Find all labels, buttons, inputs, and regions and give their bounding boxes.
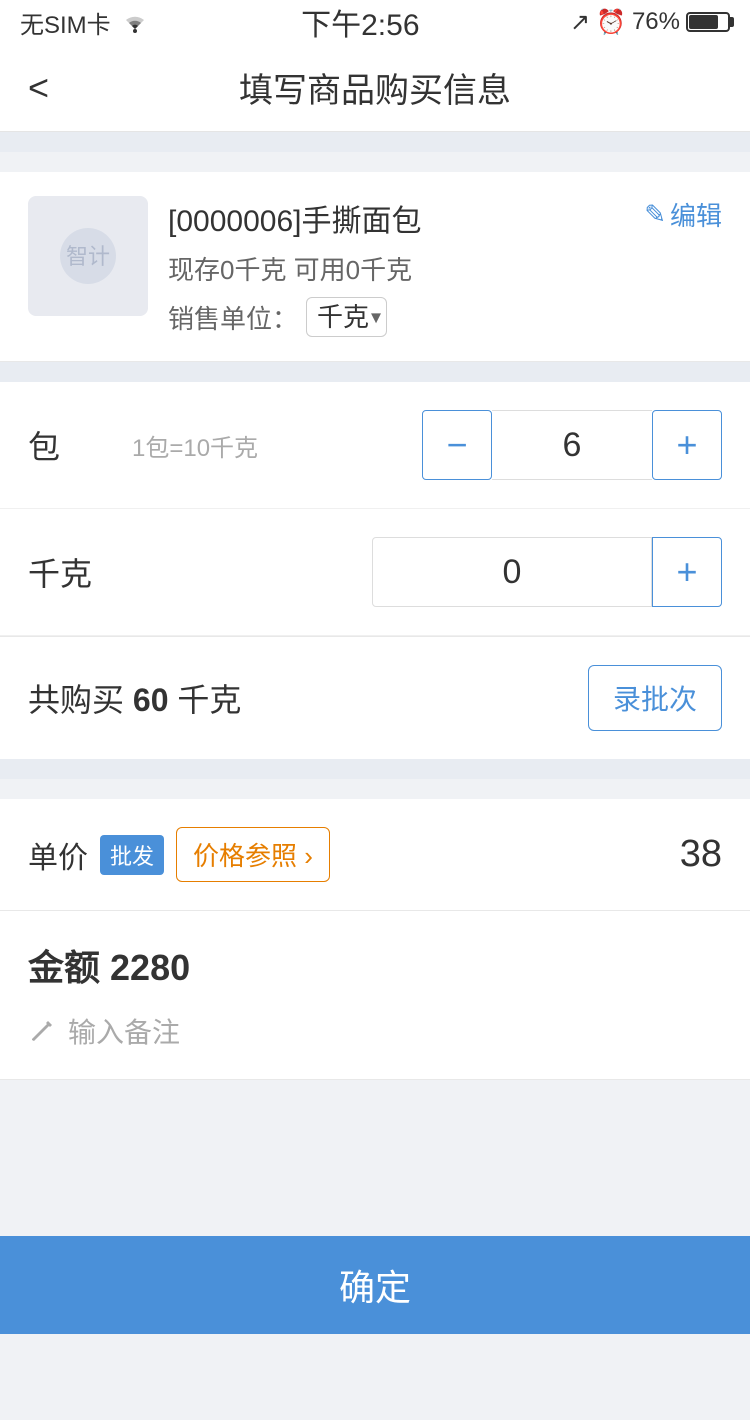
bag-label: 包 (28, 422, 108, 468)
amount-section: 金额 2280 输入备注 (0, 911, 750, 1080)
total-row: 共购买 60 千克 录批次 (0, 636, 750, 759)
amount-value: 2280 (110, 947, 190, 988)
section-divider-2 (0, 759, 750, 779)
total-number: 60 (133, 682, 169, 718)
status-left: 无SIM卡 (20, 5, 151, 40)
note-row[interactable]: 输入备注 (28, 1011, 722, 1051)
edit-button[interactable]: ✎ 编辑 (644, 196, 722, 233)
input-section: 包 1包=10千克 − + 千克 + (0, 382, 750, 636)
product-card: 智计 [0000006]手撕面包 ✎ 编辑 现存0千克 可用0千克 销售单位： … (0, 172, 750, 362)
price-section: 单价 批发 价格参照 › 38 (0, 799, 750, 911)
status-time: 下午2:56 (301, 0, 419, 44)
price-label: 单价 (28, 833, 88, 877)
carrier-text: 无SIM卡 (20, 5, 111, 40)
bag-increment-button[interactable]: + (652, 410, 722, 480)
battery-icon (686, 12, 730, 32)
alarm-icon: ⏰ (596, 8, 626, 37)
amount-row: 金额 2280 (28, 939, 722, 991)
status-bar: 无SIM卡 下午2:56 ↗ ⏰ 76% (0, 0, 750, 44)
location-icon: ↗ (570, 8, 590, 37)
unit-select[interactable]: 千克 (306, 297, 387, 337)
unit-label: 销售单位： (168, 299, 298, 336)
pencil-icon (28, 1017, 56, 1045)
product-name: [0000006]手撕面包 (168, 196, 421, 240)
batch-button[interactable]: 录批次 (588, 665, 722, 731)
total-label: 共购买 (28, 682, 124, 718)
kg-increment-button[interactable]: + (652, 537, 722, 607)
edit-label: 编辑 (670, 196, 722, 233)
kg-stepper: + (372, 537, 722, 607)
nav-bar: < 填写商品购买信息 (0, 44, 750, 132)
amount-label: 金额 (28, 947, 100, 988)
wifi-icon (119, 11, 151, 33)
bag-row: 包 1包=10千克 − + (0, 382, 750, 509)
product-unit-row: 销售单位： 千克 (168, 297, 722, 337)
total-text: 共购买 60 千克 (28, 675, 241, 721)
confirm-button-label: 确定 (339, 1259, 411, 1311)
product-info: [0000006]手撕面包 ✎ 编辑 现存0千克 可用0千克 销售单位： 千克 (168, 196, 722, 337)
kg-input[interactable] (372, 537, 652, 607)
bag-hint: 1包=10千克 (132, 428, 258, 463)
unit-select-wrap[interactable]: 千克 (306, 297, 387, 337)
back-button[interactable]: < (28, 67, 49, 109)
bag-decrement-button[interactable]: − (422, 410, 492, 480)
product-logo: 智计 (58, 226, 118, 286)
price-ref-button[interactable]: 价格参照 › (176, 827, 330, 882)
confirm-bar[interactable]: 确定 (0, 1236, 750, 1334)
product-stock: 现存0千克 可用0千克 (168, 250, 722, 287)
bag-input[interactable] (492, 410, 652, 480)
total-unit-text: 千克 (177, 682, 241, 718)
page-title: 填写商品购买信息 (239, 63, 511, 112)
price-value: 38 (680, 833, 722, 876)
status-right: ↗ ⏰ 76% (570, 8, 730, 37)
svg-text:智计: 智计 (66, 244, 110, 269)
battery-percentage: 76% (632, 8, 680, 36)
edit-icon: ✎ (644, 199, 666, 230)
price-tag: 批发 (100, 835, 164, 875)
top-spacer (0, 132, 750, 152)
product-image: 智计 (28, 196, 148, 316)
section-divider-1 (0, 362, 750, 382)
kg-row: 千克 + (0, 509, 750, 636)
kg-label: 千克 (28, 549, 108, 595)
bag-stepper: − + (422, 410, 722, 480)
note-placeholder[interactable]: 输入备注 (68, 1011, 180, 1051)
